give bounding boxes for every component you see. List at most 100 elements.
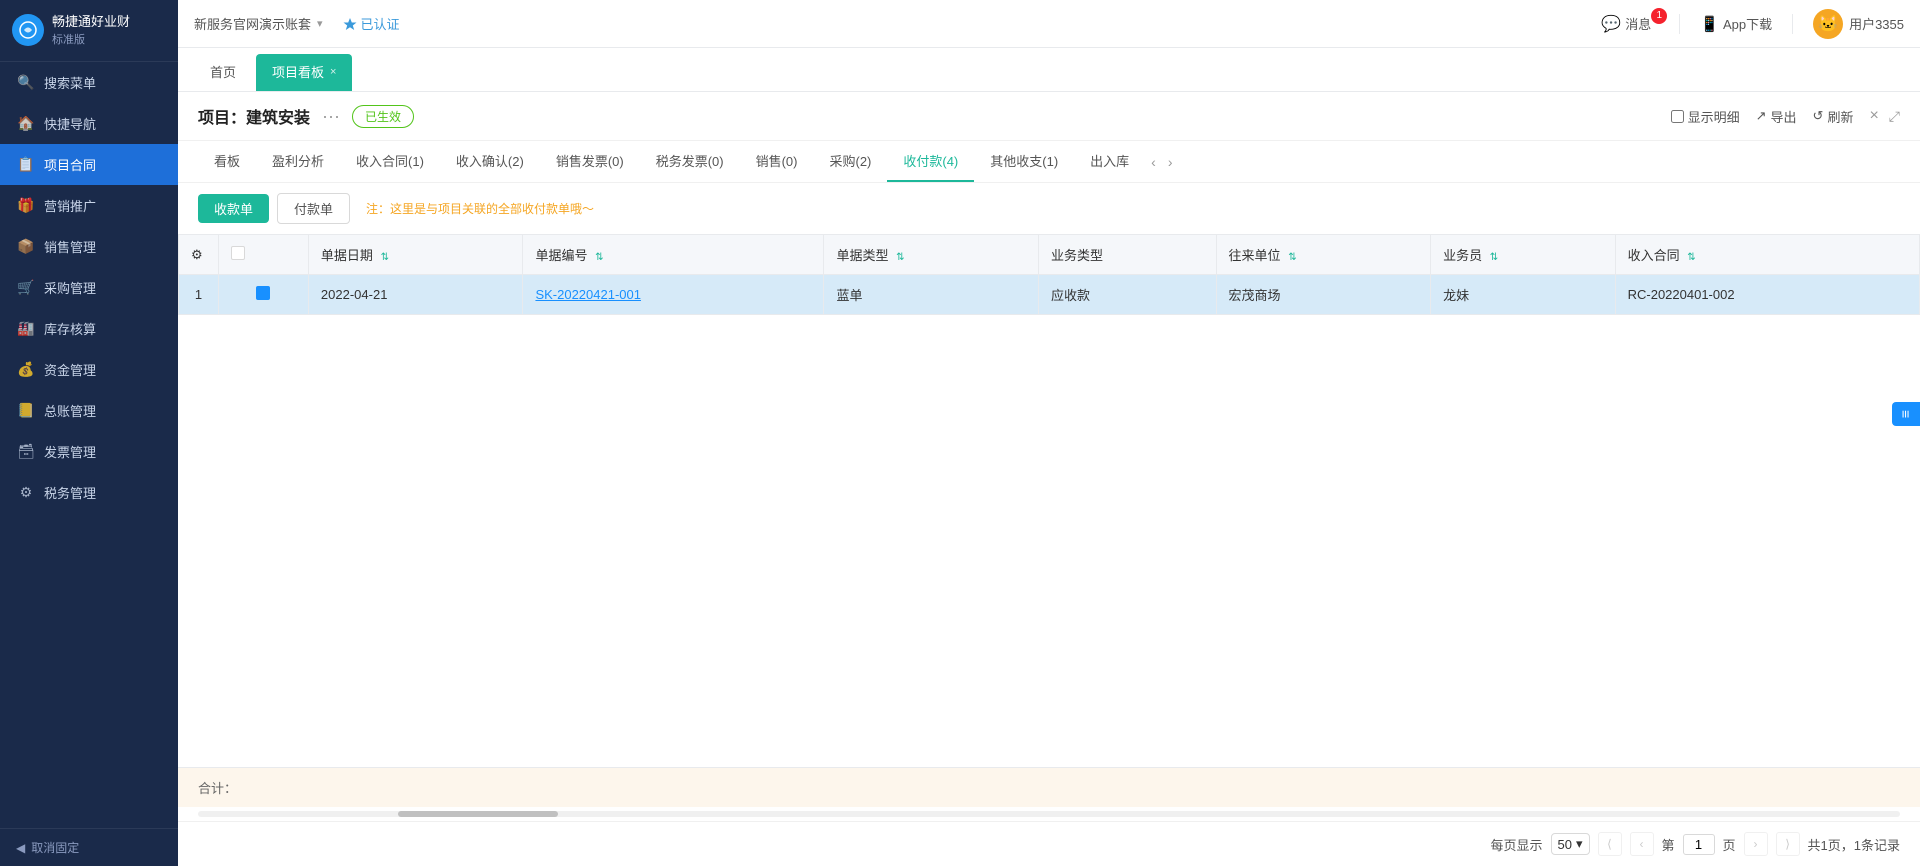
certified-badge: 已认证 (343, 14, 400, 33)
cell-partner: 宏茂商场 (1216, 275, 1431, 315)
close-button[interactable]: × (1869, 107, 1878, 125)
sub-nav-income-confirm[interactable]: 收入确认(2) (440, 141, 540, 182)
sub-nav-other[interactable]: 其他收支(1) (974, 141, 1074, 182)
sub-nav-profit-label: 盈利分析 (272, 154, 324, 169)
page-size-select[interactable]: 50 ▾ (1551, 833, 1590, 855)
sort-number-icon: ⇅ (595, 252, 603, 263)
sub-nav-income-contract-label: 收入合同(1) (356, 154, 424, 169)
message-button[interactable]: 💬 消息 1 (1601, 14, 1659, 34)
tab-close-icon[interactable]: × (330, 66, 336, 78)
topbar: 新服务官网演示账套 ▾ 已认证 💬 消息 1 📱 App下载 🐱 (178, 0, 1920, 48)
col-header-date[interactable]: 单据日期 ⇅ (308, 235, 523, 275)
certified-label: 已认证 (361, 14, 400, 33)
cell-number-link[interactable]: SK-20220421-001 (535, 287, 641, 302)
page-size-prefix: 每页显示 (1490, 835, 1542, 854)
col-header-check[interactable] (219, 235, 309, 275)
tab-home[interactable]: 首页 (194, 54, 252, 91)
sub-nav-next-arrow[interactable]: › (1162, 144, 1179, 180)
sidebar-item-invoice[interactable]: 🗃 发票管理 (0, 431, 178, 472)
last-page-button[interactable]: ⟩ (1776, 832, 1800, 856)
col-header-settings[interactable]: ⚙ (179, 235, 219, 275)
page-size-dropdown-icon: ▾ (1576, 836, 1583, 852)
sidebar-item-inventory[interactable]: 🏭 库存核算 (0, 308, 178, 349)
sub-nav-sales-label: 销售(0) (756, 154, 798, 169)
sales-icon: 📦 (16, 238, 36, 255)
sidebar-item-sales[interactable]: 📦 销售管理 (0, 226, 178, 267)
sort-salesman-icon: ⇅ (1490, 252, 1498, 263)
col-header-income-contract[interactable]: 收入合同 ⇅ (1615, 235, 1919, 275)
invoice-icon: 🗃 (16, 443, 36, 460)
account-dropdown-icon: ▾ (317, 17, 323, 30)
col-header-biz-type: 业务类型 (1038, 235, 1216, 275)
col-header-partner[interactable]: 往来单位 ⇅ (1216, 235, 1431, 275)
col-header-salesman[interactable]: 业务员 ⇅ (1431, 235, 1616, 275)
app-name: 畅捷通好业财 (52, 14, 130, 31)
inventory-icon: 🏭 (16, 320, 36, 337)
scroll-row (178, 807, 1920, 821)
phone-icon: 📱 (1700, 15, 1719, 33)
more-options-icon[interactable]: ··· (322, 106, 340, 127)
sub-nav-inout[interactable]: 出入库 (1074, 141, 1145, 182)
data-table: ⚙ 单据日期 ⇅ 单据编号 ⇅ (178, 234, 1920, 315)
export-label: 导出 (1771, 107, 1797, 126)
sub-nav-profit[interactable]: 盈利分析 (256, 141, 340, 182)
next-page-button[interactable]: › (1744, 832, 1768, 856)
first-page-button[interactable]: ⟨ (1598, 832, 1622, 856)
account-switcher[interactable]: 新服务官网演示账套 ▾ (194, 14, 323, 33)
topbar-divider (1679, 14, 1680, 34)
col-header-type[interactable]: 单据类型 ⇅ (824, 235, 1039, 275)
sub-tab-note: 注：这里是与项目关联的全部收付款单哦～ (366, 200, 594, 217)
table-total: 合计： (178, 767, 1920, 807)
select-all-checkbox[interactable] (231, 246, 245, 260)
export-button[interactable]: ↗ 导出 (1756, 107, 1797, 126)
sub-nav-purchase[interactable]: 采购(2) (813, 141, 887, 182)
horizontal-scrollbar[interactable] (198, 811, 1900, 817)
sub-nav-receipt[interactable]: 收付款(4) (887, 141, 974, 182)
sidebar-item-fund[interactable]: 💰 资金管理 (0, 349, 178, 390)
scroll-thumb[interactable] (398, 811, 558, 817)
home-icon: 🏠 (16, 115, 36, 132)
topbar-actions: 💬 消息 1 📱 App下载 🐱 用户3355 (1601, 9, 1904, 39)
sidebar-header: 畅捷通好业财 标准版 (0, 0, 178, 62)
user-menu[interactable]: 🐱 用户3355 (1813, 9, 1904, 39)
sidebar-item-marketing[interactable]: 🎁 营销推广 (0, 185, 178, 226)
float-panel[interactable]: ≡ (1892, 402, 1920, 426)
sub-nav-prev-arrow[interactable]: ‹ (1145, 144, 1162, 180)
sidebar-item-ledger[interactable]: 📒 总账管理 (0, 390, 178, 431)
cell-income-contract: RC-20220401-002 (1615, 275, 1919, 315)
sidebar-item-tax[interactable]: ⚙ 税务管理 (0, 472, 178, 513)
row-checkbox[interactable] (256, 286, 270, 300)
cell-check[interactable] (219, 275, 309, 315)
account-name: 新服务官网演示账套 (194, 14, 311, 33)
app-download-button[interactable]: 📱 App下载 (1700, 14, 1772, 33)
show-detail-toggle[interactable]: 显示明细 (1671, 107, 1740, 126)
receipt-tab-button[interactable]: 收款单 (198, 194, 269, 223)
page-number-input[interactable]: 1 (1683, 834, 1715, 855)
cell-number[interactable]: SK-20220421-001 (523, 275, 824, 315)
sub-nav-sales[interactable]: 销售(0) (740, 141, 814, 182)
sub-nav-tax-invoice-label: 税务发票(0) (656, 154, 724, 169)
sidebar-item-project[interactable]: 📋 项目合同 (0, 144, 178, 185)
col-header-number[interactable]: 单据编号 ⇅ (523, 235, 824, 275)
sort-partner-icon: ⇅ (1288, 252, 1296, 263)
refresh-button[interactable]: ↺ 刷新 (1813, 107, 1854, 126)
sub-nav-sales-invoice[interactable]: 销售发票(0) (540, 141, 640, 182)
prev-page-button[interactable]: ‹ (1630, 832, 1654, 856)
table-row[interactable]: 1 2022-04-21 SK-20220421-001 蓝单 应收款 宏茂商场… (179, 275, 1920, 315)
sub-nav-income-contract[interactable]: 收入合同(1) (340, 141, 440, 182)
show-detail-checkbox[interactable] (1671, 110, 1684, 123)
sub-nav-tax-invoice[interactable]: 税务发票(0) (640, 141, 740, 182)
sidebar-item-quick[interactable]: 🏠 快捷导航 (0, 103, 178, 144)
sidebar-item-purchase[interactable]: 🛒 采购管理 (0, 267, 178, 308)
maximize-button[interactable]: ⤢ (1889, 108, 1900, 125)
page-label: 第 (1662, 835, 1675, 854)
sub-nav-kanban[interactable]: 看板 (198, 141, 256, 182)
sidebar-item-label: 销售管理 (44, 237, 96, 256)
payment-tab-button[interactable]: 付款单 (277, 193, 350, 224)
sidebar-item-search[interactable]: 🔍 搜索菜单 (0, 62, 178, 103)
sub-nav: 看板 盈利分析 收入合同(1) 收入确认(2) 销售发票(0) 税务发票(0) … (178, 141, 1920, 183)
sub-nav-kanban-label: 看板 (214, 154, 240, 169)
user-avatar: 🐱 (1813, 9, 1843, 39)
tab-project-board[interactable]: 项目看板 × (256, 54, 352, 91)
sidebar-footer-unpin[interactable]: ◀ 取消固定 (0, 828, 178, 866)
